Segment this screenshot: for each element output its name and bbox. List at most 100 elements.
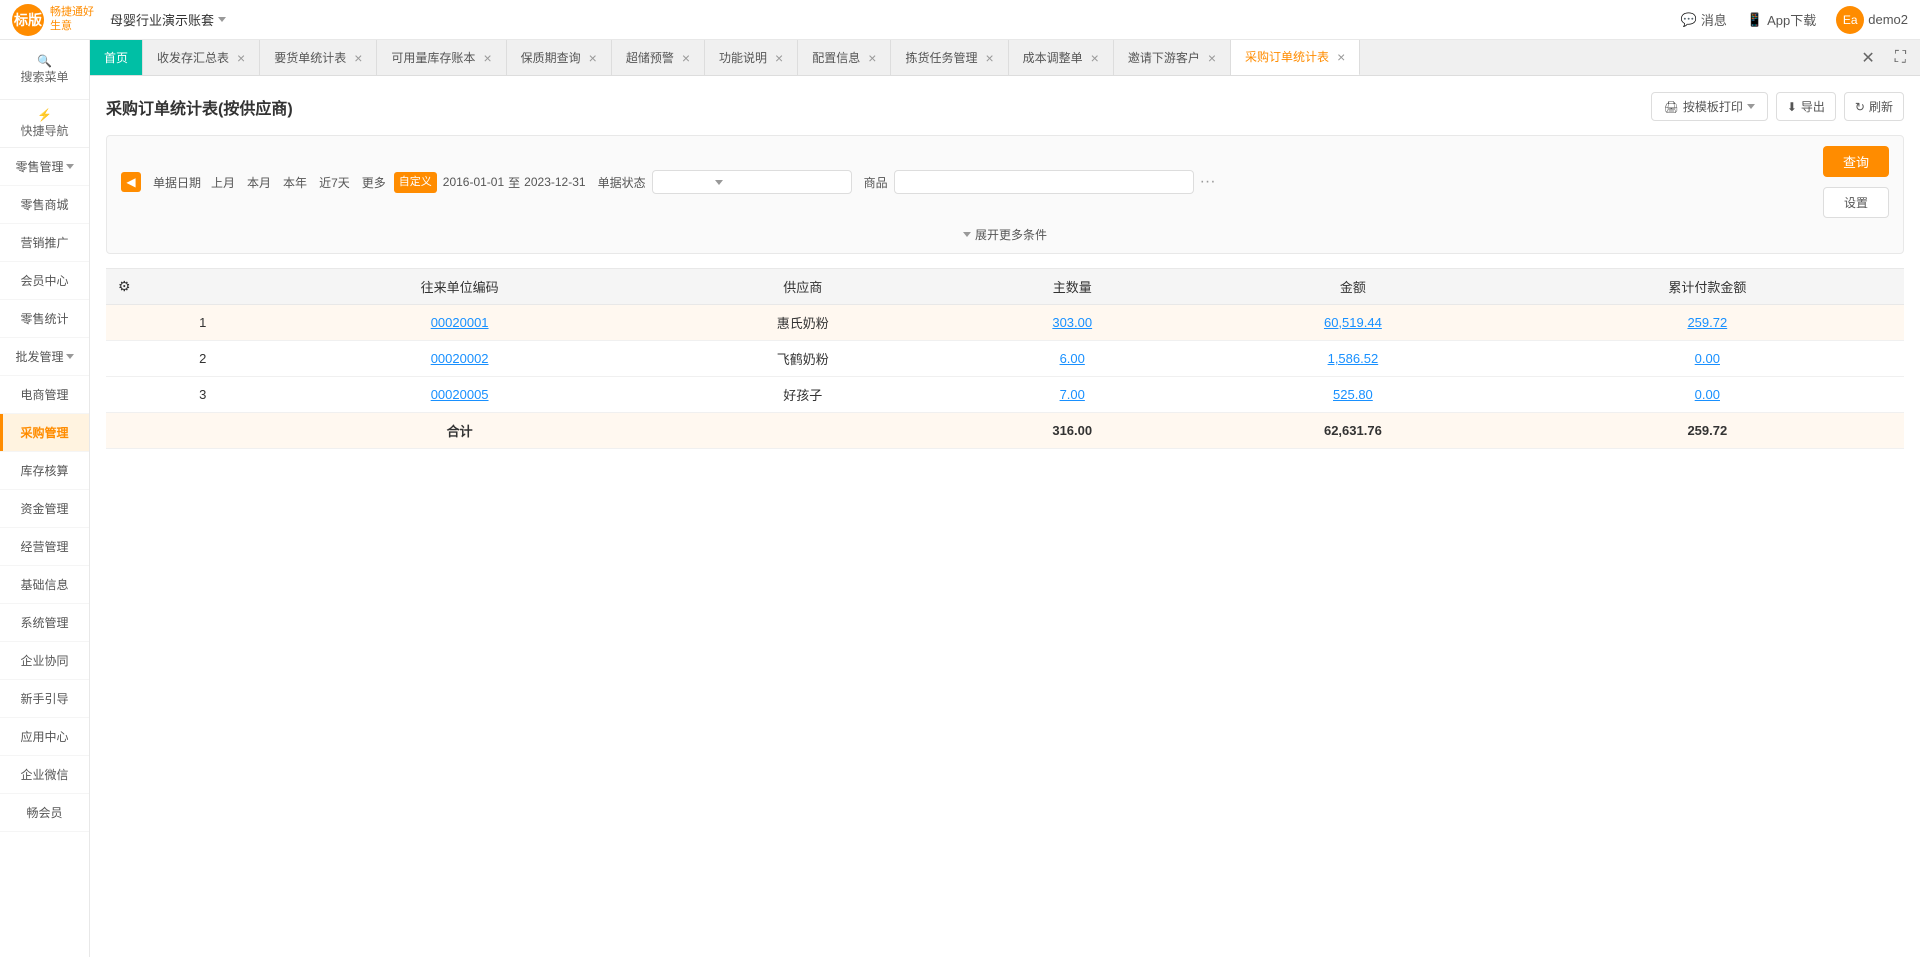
sidebar-item-inventory-check[interactable]: 库存核算	[0, 452, 89, 490]
tab-close-receive-send[interactable]: ×	[237, 50, 245, 66]
goods-more-icon[interactable]: ···	[1200, 173, 1216, 191]
print-button[interactable]: 🖨 按模板打印	[1651, 92, 1768, 121]
col-index	[143, 269, 263, 305]
quick-nav-button[interactable]: ⚡ 快捷导航	[0, 100, 89, 148]
tab-close-cost-adjust[interactable]: ×	[1091, 50, 1099, 66]
settings-button[interactable]: 设置	[1823, 187, 1889, 218]
sidebar-item-member-center[interactable]: 会员中心	[0, 262, 89, 300]
status-filter-label: 单据状态	[598, 174, 646, 191]
row-supplier-code-0[interactable]: 00020001	[263, 305, 656, 341]
row-qty-2[interactable]: 7.00	[949, 377, 1195, 413]
app-download-button[interactable]: 📱 App下载	[1747, 10, 1816, 29]
tab-config-info[interactable]: 配置信息 ×	[798, 40, 891, 76]
shortcut-more[interactable]: 更多	[358, 172, 390, 193]
sidebar-item-wholesale-manage[interactable]: 批发管理	[0, 338, 89, 376]
refresh-button[interactable]: ↻ 刷新	[1844, 92, 1904, 121]
tab-close-available-stock[interactable]: ×	[483, 50, 491, 66]
date-separator: 至	[508, 174, 520, 191]
tab-purchase-stats[interactable]: 采购订单统计表 ×	[1231, 40, 1360, 76]
nav-icon: ⚡	[37, 108, 52, 122]
sidebar-item-new-guide[interactable]: 新手引导	[0, 680, 89, 718]
user-area[interactable]: Ea demo2	[1836, 6, 1908, 34]
row-amount-1[interactable]: 1,586.52	[1195, 341, 1511, 377]
messages-button[interactable]: 💬 消息	[1681, 10, 1727, 29]
status-value	[661, 175, 711, 189]
sidebar-item-app-center[interactable]: 应用中心	[0, 718, 89, 756]
date-range[interactable]: 2016-01-01 至 2023-12-31	[443, 174, 586, 191]
col-settings[interactable]: ⚙	[106, 269, 143, 305]
table-header-row: ⚙ 往来单位编码 供应商 主数量 金额 累计付款金额	[106, 269, 1904, 305]
workspace-selector[interactable]: 母婴行业演示账套	[102, 6, 234, 33]
table-row: 3 00020005 好孩子 7.00 525.80 0.00	[106, 377, 1904, 413]
expand-more-icon	[963, 232, 971, 237]
row-index-2: 3	[143, 377, 263, 413]
row-amount-0[interactable]: 60,519.44	[1195, 305, 1511, 341]
sidebar-item-purchase-manage[interactable]: 采购管理	[0, 414, 89, 452]
top-bar: 标版 畅捷通好生意 母婴行业演示账套 💬 消息 📱 App下载 Ea demo2	[0, 0, 1920, 40]
sidebar-item-retail-shop[interactable]: 零售商城	[0, 186, 89, 224]
avatar: Ea	[1836, 6, 1864, 34]
tab-close-func-desc[interactable]: ×	[775, 50, 783, 66]
export-icon: ⬇	[1787, 100, 1797, 114]
tab-overstock-warn[interactable]: 超储预警 ×	[612, 40, 705, 76]
goods-input[interactable]	[894, 170, 1194, 194]
goods-value	[903, 175, 973, 189]
row-supplier-name-0: 惠氏奶粉	[656, 305, 949, 341]
row-index-0: 1	[143, 305, 263, 341]
row-qty-1[interactable]: 6.00	[949, 341, 1195, 377]
sidebar-item-basic-info[interactable]: 基础信息	[0, 566, 89, 604]
sidebar-item-sys-manage[interactable]: 系统管理	[0, 604, 89, 642]
tab-close-invite-downstream[interactable]: ×	[1208, 50, 1216, 66]
sidebar-item-capital-manage[interactable]: 资金管理	[0, 490, 89, 528]
sidebar-item-enterprise-wechat[interactable]: 企业微信	[0, 756, 89, 794]
retail-manage-arrow-icon	[66, 164, 74, 169]
tab-bar-close-icon[interactable]: ✕	[1855, 48, 1880, 68]
row-paid-2[interactable]: 0.00	[1511, 377, 1904, 413]
tab-close-pick-task[interactable]: ×	[985, 50, 993, 66]
row-paid-1[interactable]: 0.00	[1511, 341, 1904, 377]
query-button[interactable]: 查询	[1823, 146, 1889, 177]
footer-empty-2	[143, 413, 263, 449]
tab-invite-downstream[interactable]: 邀请下游客户 ×	[1114, 40, 1231, 76]
sidebar-item-member[interactable]: 畅会员	[0, 794, 89, 832]
tab-close-config-info[interactable]: ×	[868, 50, 876, 66]
sidebar-item-retail-manage[interactable]: 零售管理	[0, 148, 89, 186]
tab-bar-maximize-icon[interactable]: ⛶	[1889, 49, 1912, 67]
tab-close-overstock-warn[interactable]: ×	[682, 50, 690, 66]
sidebar-item-ecom-manage[interactable]: 电商管理	[0, 376, 89, 414]
tab-close-warranty-query[interactable]: ×	[589, 50, 597, 66]
table-row: 2 00020002 飞鹤奶粉 6.00 1,586.52 0.00	[106, 341, 1904, 377]
tab-home[interactable]: 首页	[90, 40, 143, 76]
tab-close-goods-stats[interactable]: ×	[354, 50, 362, 66]
row-amount-2[interactable]: 525.80	[1195, 377, 1511, 413]
row-supplier-code-2[interactable]: 00020005	[263, 377, 656, 413]
sidebar-item-retail-stats[interactable]: 零售统计	[0, 300, 89, 338]
sidebar-item-marketing[interactable]: 营销推广	[0, 224, 89, 262]
status-select[interactable]	[652, 170, 852, 194]
page-header: 采购订单统计表(按供应商) 🖨 按模板打印 ⬇ 导出 ↻	[106, 92, 1904, 121]
shortcut-7days[interactable]: 近7天	[315, 172, 354, 193]
sidebar-item-biz-manage[interactable]: 经营管理	[0, 528, 89, 566]
tab-warranty-query[interactable]: 保质期查询 ×	[507, 40, 612, 76]
filter-collapse-button[interactable]: ◀	[121, 172, 141, 192]
search-menu-button[interactable]: 🔍 搜索菜单	[6, 48, 83, 91]
expand-more-button[interactable]: 展开更多条件	[121, 226, 1889, 243]
row-supplier-code-1[interactable]: 00020002	[263, 341, 656, 377]
tab-cost-adjust[interactable]: 成本调整单 ×	[1009, 40, 1114, 76]
filter-date-item: 单据日期 上月 本月 本年 近7天 更多 自定义 2016-01-01	[153, 172, 586, 193]
tab-goods-stats[interactable]: 要货单统计表 ×	[260, 40, 377, 76]
content-area: 首页 收发存汇总表 × 要货单统计表 × 可用量库存账本 × 保质期查询 ×	[90, 40, 1920, 957]
shortcut-this-month[interactable]: 本月	[243, 172, 275, 193]
tab-available-stock[interactable]: 可用量库存账本 ×	[377, 40, 506, 76]
tab-receive-send[interactable]: 收发存汇总表 ×	[143, 40, 260, 76]
row-paid-0[interactable]: 259.72	[1511, 305, 1904, 341]
tab-close-purchase-stats[interactable]: ×	[1337, 49, 1345, 65]
tab-func-desc[interactable]: 功能说明 ×	[705, 40, 798, 76]
shortcut-this-year[interactable]: 本年	[279, 172, 311, 193]
row-qty-0[interactable]: 303.00	[949, 305, 1195, 341]
export-button[interactable]: ⬇ 导出	[1776, 92, 1836, 121]
sidebar-item-enterprise-collab[interactable]: 企业协同	[0, 642, 89, 680]
shortcut-last-month[interactable]: 上月	[207, 172, 239, 193]
date-from: 2016-01-01	[443, 175, 504, 189]
tab-pick-task[interactable]: 拣货任务管理 ×	[891, 40, 1008, 76]
